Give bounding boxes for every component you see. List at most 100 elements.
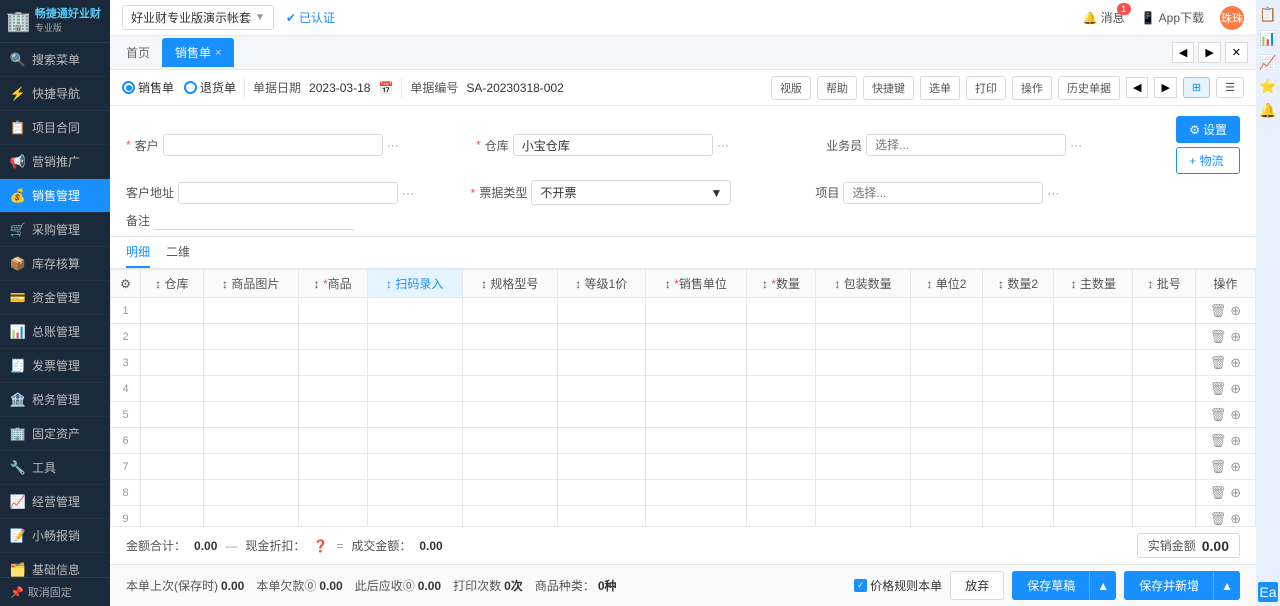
table-cell[interactable]: [815, 454, 910, 480]
table-cell[interactable]: [462, 428, 557, 454]
table-cell[interactable]: [911, 402, 983, 428]
table-cell[interactable]: [141, 506, 204, 527]
doc-prev-button[interactable]: ◀: [1126, 77, 1148, 98]
doc-next-button[interactable]: ▶: [1154, 77, 1176, 98]
copy-icon[interactable]: ⊕: [1230, 407, 1241, 423]
table-cell[interactable]: [1133, 454, 1196, 480]
table-cell[interactable]: [815, 428, 910, 454]
table-cell[interactable]: [747, 376, 816, 402]
copy-icon[interactable]: ⊕: [1230, 355, 1241, 371]
table-cell[interactable]: [203, 402, 298, 428]
sidebar-item-quick[interactable]: ⚡ 快捷导航: [0, 77, 110, 111]
sort-icon13[interactable]: ↕: [1147, 277, 1153, 291]
print-button[interactable]: 打印: [966, 76, 1006, 100]
sidebar-item-report[interactable]: 📝 小畅报销: [0, 519, 110, 553]
note-input[interactable]: [154, 211, 354, 230]
project-input[interactable]: [843, 182, 1043, 204]
table-cell[interactable]: [462, 376, 557, 402]
table-cell[interactable]: [1054, 350, 1133, 376]
avatar[interactable]: 珠珠: [1220, 6, 1244, 30]
table-cell[interactable]: [911, 428, 983, 454]
table-cell[interactable]: [298, 350, 367, 376]
table-cell[interactable]: [815, 298, 910, 324]
table-cell[interactable]: [982, 350, 1054, 376]
sidebar-item-sales[interactable]: 💰 销售管理: [0, 179, 110, 213]
delete-icon[interactable]: 🗑: [1210, 459, 1227, 475]
table-cell[interactable]: [557, 298, 645, 324]
table-wrap[interactable]: ⚙ ↕ 仓库 ↕ 商品图片 ↕ *商品 ↕ 扫码录入 ↕ 规格型号 ↕ 等级1价…: [110, 269, 1256, 526]
table-cell[interactable]: [367, 454, 462, 480]
calendar-icon[interactable]: 📅: [378, 81, 393, 95]
table-cell[interactable]: [557, 324, 645, 350]
sort-icon7[interactable]: ↕: [665, 277, 671, 291]
table-cell[interactable]: [557, 428, 645, 454]
customer-input[interactable]: [163, 134, 383, 156]
delete-icon[interactable]: 🗑: [1210, 381, 1227, 397]
table-cell[interactable]: [911, 324, 983, 350]
sidebar-item-invoice[interactable]: 🧾 发票管理: [0, 349, 110, 383]
shortcut-button[interactable]: 快捷键: [863, 76, 914, 100]
table-cell[interactable]: [557, 402, 645, 428]
sidebar-item-purchase[interactable]: 🛒 采购管理: [0, 213, 110, 247]
table-cell[interactable]: [982, 402, 1054, 428]
table-cell[interactable]: [747, 428, 816, 454]
price-checkbox[interactable]: ✓: [854, 579, 867, 592]
sidebar-bottom[interactable]: 📌 取消固定: [0, 577, 110, 606]
table-cell[interactable]: [141, 428, 204, 454]
copy-icon[interactable]: ⊕: [1230, 459, 1241, 475]
table-cell[interactable]: [462, 298, 557, 324]
table-cell[interactable]: [815, 324, 910, 350]
invoice-select[interactable]: 不开票 ▼: [531, 180, 731, 205]
table-cell[interactable]: [203, 350, 298, 376]
table-cell[interactable]: [557, 454, 645, 480]
table-cell[interactable]: [1054, 506, 1133, 527]
sort-icon4[interactable]: ↕: [386, 277, 392, 291]
table-cell[interactable]: [203, 454, 298, 480]
sort-icon8[interactable]: ↕: [762, 277, 768, 291]
table-cell[interactable]: [911, 350, 983, 376]
sidebar-item-tool[interactable]: 🔧 工具: [0, 451, 110, 485]
copy-icon[interactable]: ⊕: [1230, 485, 1241, 501]
sidebar-item-fixed[interactable]: 🏢 固定资产: [0, 417, 110, 451]
table-cell[interactable]: [298, 324, 367, 350]
table-cell[interactable]: [911, 506, 983, 527]
copy-icon[interactable]: ⊕: [1230, 303, 1241, 319]
table-cell[interactable]: [815, 402, 910, 428]
delete-icon[interactable]: 🗑: [1210, 329, 1227, 345]
delete-icon[interactable]: 🗑: [1210, 303, 1227, 319]
right-panel-icon-6[interactable]: Ea: [1258, 582, 1278, 602]
tab-sales-order[interactable]: 销售单 ×: [162, 38, 234, 67]
delete-icon[interactable]: 🗑: [1210, 511, 1227, 527]
copy-icon[interactable]: ⊕: [1230, 433, 1241, 449]
tab-next-button[interactable]: ▶: [1198, 42, 1220, 63]
table-cell[interactable]: [645, 454, 746, 480]
table-cell[interactable]: [141, 402, 204, 428]
copy-icon[interactable]: ⊕: [1230, 511, 1241, 527]
address-dots[interactable]: ···: [402, 186, 414, 200]
tab-prev-button[interactable]: ◀: [1172, 42, 1194, 63]
table-cell[interactable]: [982, 376, 1054, 402]
company-selector[interactable]: 好业财专业版演示帐套 ▼: [122, 5, 274, 30]
tab-close-icon[interactable]: ×: [215, 47, 221, 59]
table-cell[interactable]: [557, 506, 645, 527]
table-cell[interactable]: [367, 376, 462, 402]
sort-icon11[interactable]: ↕: [998, 277, 1004, 291]
table-cell[interactable]: [815, 480, 910, 506]
table-cell[interactable]: [203, 480, 298, 506]
address-input[interactable]: [178, 182, 398, 204]
table-cell[interactable]: [367, 298, 462, 324]
table-cell[interactable]: [645, 376, 746, 402]
table-cell[interactable]: [141, 350, 204, 376]
sidebar-item-base[interactable]: 🗂️ 基础信息: [0, 553, 110, 577]
right-panel-icon-4[interactable]: ⭐: [1258, 76, 1278, 96]
table-cell[interactable]: [298, 454, 367, 480]
salesperson-dots[interactable]: ···: [1070, 138, 1082, 152]
table-cell[interactable]: [367, 506, 462, 527]
sidebar-item-manage[interactable]: 📈 经营管理: [0, 485, 110, 519]
sidebar-item-marketing[interactable]: 📢 营销推广: [0, 145, 110, 179]
table-cell[interactable]: [645, 402, 746, 428]
message-button[interactable]: 🔔 消息 1: [1083, 9, 1125, 26]
table-cell[interactable]: [141, 376, 204, 402]
table-cell[interactable]: [1054, 324, 1133, 350]
table-cell[interactable]: [1133, 324, 1196, 350]
